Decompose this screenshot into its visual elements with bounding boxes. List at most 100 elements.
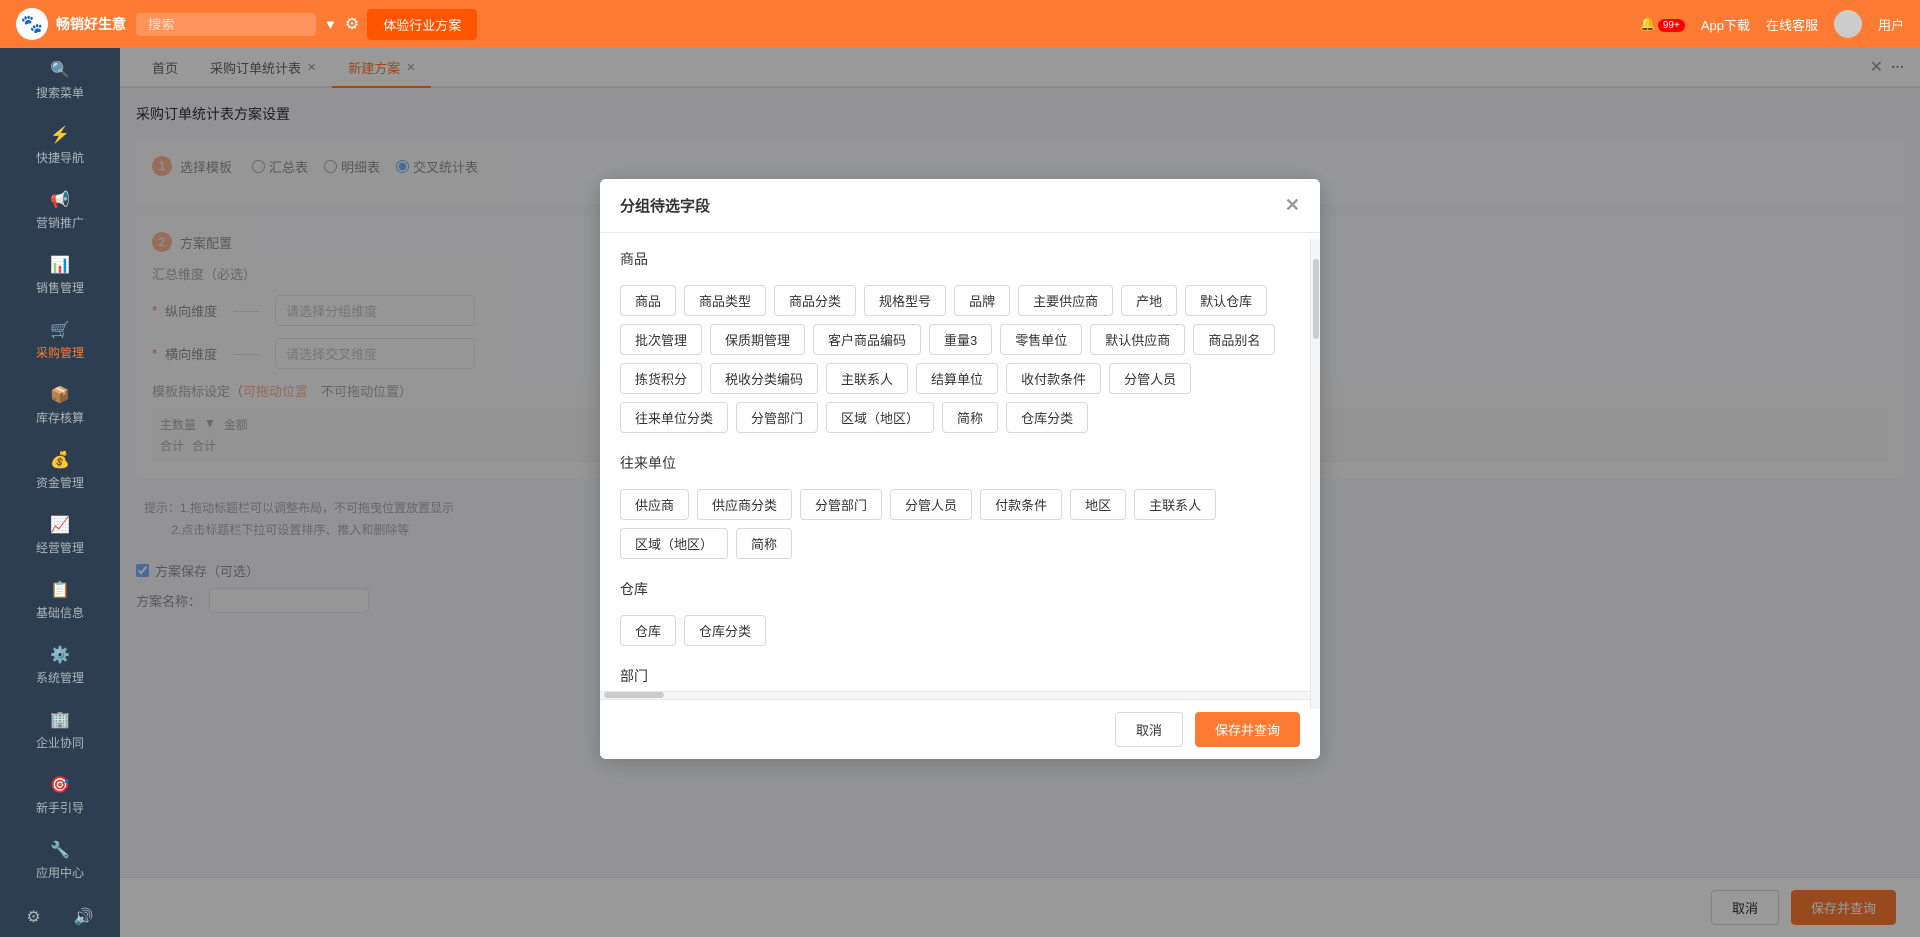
section-partner-fields: 供应商 供应商分类 分管部门 分管人员 付款条件 地区 主联系人 区域（地区） …	[620, 489, 1300, 559]
field-default-supplier[interactable]: 默认供应商	[1090, 324, 1185, 355]
modal-cancel-btn[interactable]: 取消	[1115, 712, 1183, 747]
field-supplier-category[interactable]: 供应商分类	[697, 489, 792, 520]
section-warehouse-fields: 仓库 仓库分类	[620, 615, 1300, 646]
sidebar-bottom-bar: ⚙ 🔊	[0, 897, 120, 937]
field-weight3[interactable]: 重量3	[929, 324, 992, 355]
finance-icon: 💰	[50, 450, 70, 470]
field-origin[interactable]: 产地	[1121, 285, 1177, 316]
modal-header: 分组待选字段 ✕	[600, 179, 1320, 233]
modal-hscrollbar[interactable]	[600, 691, 1320, 698]
marketing-icon: 📢	[50, 190, 70, 210]
dropdown-arrow[interactable]: ▼	[324, 17, 337, 32]
field-tax-code[interactable]: 税收分类编码	[710, 363, 818, 394]
sidebar-item-sales[interactable]: 📊 销售管理	[0, 243, 120, 308]
modal-footer: 取消 保存并查询	[600, 699, 1320, 759]
field-partner-dept[interactable]: 分管部门	[800, 489, 882, 520]
field-region-product[interactable]: 区域（地区）	[826, 402, 934, 433]
field-partner-region[interactable]: 地区	[1070, 489, 1126, 520]
field-default-warehouse[interactable]: 默认仓库	[1185, 285, 1267, 316]
sidebar-label-purchase: 采购管理	[36, 344, 84, 361]
field-customer-sku[interactable]: 客户商品编码	[813, 324, 921, 355]
inventory-icon: 📦	[50, 385, 70, 405]
basic-info-icon: 📋	[50, 580, 70, 600]
field-partner-manager[interactable]: 分管人员	[890, 489, 972, 520]
sidebar-label-appcenter: 应用中心	[36, 864, 84, 881]
sidebar-item-operations[interactable]: 📈 经营管理	[0, 503, 120, 568]
modal-title: 分组待选字段	[620, 195, 710, 216]
settings-icon[interactable]: ⚙	[345, 14, 359, 34]
notification-area[interactable]: 🔔99+	[1640, 16, 1685, 32]
search-input[interactable]	[136, 13, 316, 36]
field-batch-mgmt[interactable]: 批次管理	[620, 324, 702, 355]
field-settlement-unit[interactable]: 结算单位	[916, 363, 998, 394]
sidebar-item-system[interactable]: ⚙️ 系统管理	[0, 633, 120, 698]
modal-body[interactable]: 商品 商品 商品类型 商品分类 规格型号 品牌 主要供应商 产地 默认仓库 批次…	[600, 233, 1320, 692]
sidebar-label-basic-info: 基础信息	[36, 604, 84, 621]
search-icon: 🔍	[50, 60, 70, 80]
sidebar: 🔍 搜索菜单 ⚡ 快捷导航 📢 营销推广 📊 销售管理 🛒 采购管理 📦 库存核…	[0, 48, 120, 937]
modal-save-btn[interactable]: 保存并查询	[1195, 712, 1300, 747]
field-partner-payment-terms[interactable]: 付款条件	[980, 489, 1062, 520]
sidebar-label-finance: 资金管理	[36, 474, 84, 491]
sidebar-item-beginner[interactable]: 🎯 新手引导	[0, 763, 120, 828]
section-partner-title: 往来单位	[620, 453, 1300, 477]
section-warehouse: 仓库 仓库 仓库分类	[620, 579, 1300, 646]
field-partner-short-name[interactable]: 简称	[736, 528, 792, 559]
sidebar-item-inventory[interactable]: 📦 库存核算	[0, 373, 120, 438]
top-center: ▼ ⚙ 体验行业方案	[136, 9, 1640, 40]
beginner-icon: 🎯	[50, 775, 70, 795]
system-icon: ⚙️	[50, 645, 70, 665]
field-supplier[interactable]: 供应商	[620, 489, 689, 520]
quicknav-icon: ⚡	[50, 125, 70, 145]
field-partner-area[interactable]: 区域（地区）	[620, 528, 728, 559]
field-spec-model[interactable]: 规格型号	[864, 285, 946, 316]
field-dept[interactable]: 分管部门	[736, 402, 818, 433]
field-product-category[interactable]: 商品分类	[774, 285, 856, 316]
online-service-link[interactable]: 在线客服	[1766, 15, 1818, 34]
field-warehouse-category[interactable]: 仓库分类	[1006, 402, 1088, 433]
field-product-type[interactable]: 商品类型	[684, 285, 766, 316]
modal-close-btn[interactable]: ✕	[1285, 195, 1300, 216]
logo-icon: 🐾	[16, 8, 48, 40]
sidebar-item-search[interactable]: 🔍 搜索菜单	[0, 48, 120, 113]
field-manager[interactable]: 分管人员	[1109, 363, 1191, 394]
gear-icon[interactable]: ⚙	[26, 907, 40, 927]
operations-icon: 📈	[50, 515, 70, 535]
field-payment-terms[interactable]: 收付款条件	[1006, 363, 1101, 394]
sidebar-label-operations: 经营管理	[36, 539, 84, 556]
sales-icon: 📊	[50, 255, 70, 275]
app-name: 畅销好生意	[56, 14, 126, 34]
sidebar-label-sales: 销售管理	[36, 279, 84, 296]
field-pick-points[interactable]: 拣货积分	[620, 363, 702, 394]
field-warehouse[interactable]: 仓库	[620, 615, 676, 646]
field-main-contact[interactable]: 主联系人	[826, 363, 908, 394]
section-product-title: 商品	[620, 249, 1300, 273]
sidebar-item-finance[interactable]: 💰 资金管理	[0, 438, 120, 503]
volume-icon[interactable]: 🔊	[74, 907, 94, 927]
modal-scrollbar-track[interactable]	[1310, 239, 1320, 709]
field-product-alias[interactable]: 商品别名	[1193, 324, 1275, 355]
field-retail-unit[interactable]: 零售单位	[1000, 324, 1082, 355]
field-expiry-mgmt[interactable]: 保质期管理	[710, 324, 805, 355]
field-brand[interactable]: 品牌	[954, 285, 1010, 316]
field-partner-main-contact[interactable]: 主联系人	[1134, 489, 1216, 520]
field-short-name[interactable]: 简称	[942, 402, 998, 433]
sidebar-item-basic-info[interactable]: 📋 基础信息	[0, 568, 120, 633]
sidebar-label-system: 系统管理	[36, 669, 84, 686]
section-product: 商品 商品 商品类型 商品分类 规格型号 品牌 主要供应商 产地 默认仓库 批次…	[620, 249, 1300, 433]
app-download-link[interactable]: App下载	[1701, 15, 1750, 34]
experience-btn[interactable]: 体验行业方案	[367, 9, 477, 40]
field-product[interactable]: 商品	[620, 285, 676, 316]
sidebar-item-quicknav[interactable]: ⚡ 快捷导航	[0, 113, 120, 178]
field-main-supplier[interactable]: 主要供应商	[1018, 285, 1113, 316]
sidebar-item-purchase[interactable]: 🛒 采购管理	[0, 308, 120, 373]
sidebar-item-marketing[interactable]: 📢 营销推广	[0, 178, 120, 243]
notification-badge: 99+	[1658, 19, 1685, 32]
field-warehouse-cat[interactable]: 仓库分类	[684, 615, 766, 646]
logo-area: 🐾 畅销好生意	[16, 8, 136, 40]
sidebar-item-enterprise[interactable]: 🏢 企业协同	[0, 698, 120, 763]
sidebar-item-appcenter[interactable]: 🔧 应用中心	[0, 828, 120, 893]
section-warehouse-title: 仓库	[620, 579, 1300, 603]
field-partner-category[interactable]: 往来单位分类	[620, 402, 728, 433]
avatar[interactable]	[1834, 10, 1862, 38]
